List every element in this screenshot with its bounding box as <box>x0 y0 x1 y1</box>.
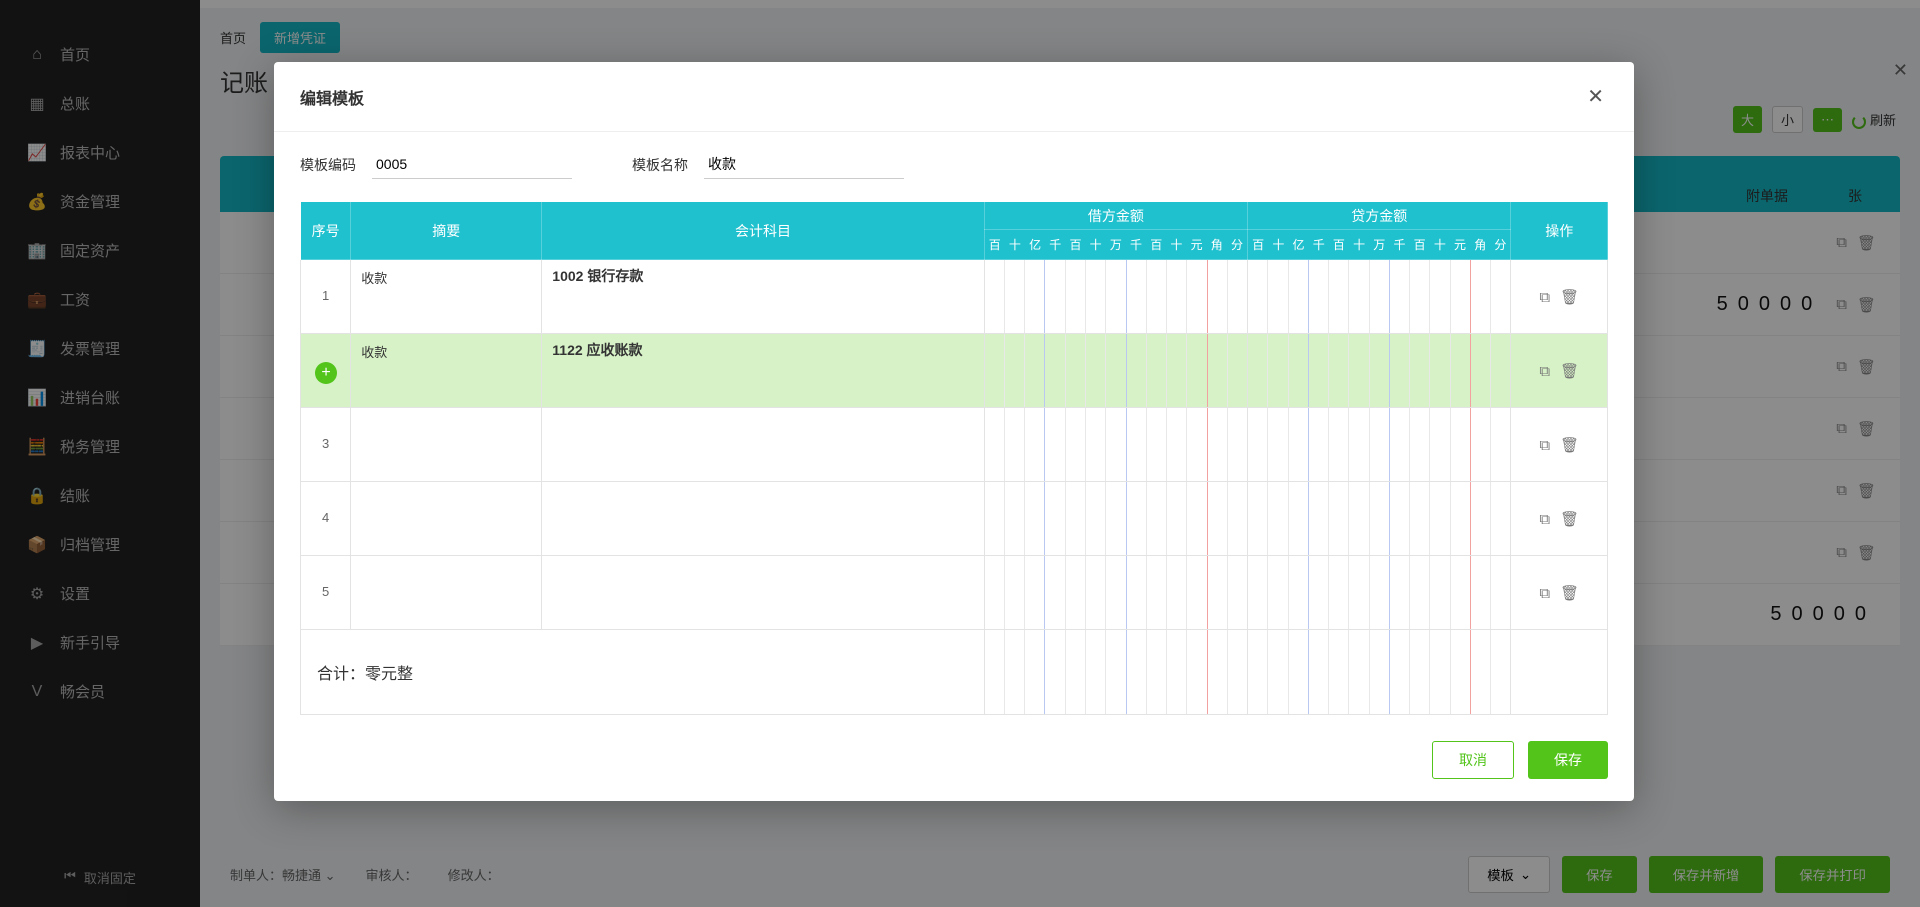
template-code-input[interactable] <box>372 150 572 179</box>
delete-row-icon[interactable]: 🗑 <box>1560 288 1579 306</box>
row-seq: 3 <box>301 408 350 451</box>
table-row[interactable]: 1收款1002 银行存款 ⧉ 🗑 <box>301 260 1608 334</box>
debit-cell[interactable] <box>984 408 1247 482</box>
template-table: 序号 摘要 会计科目 借方金额 贷方金额 操作 百十亿千百十万千百十元角分 百十… <box>300 201 1608 715</box>
debit-cell[interactable] <box>984 556 1247 630</box>
col-seq: 序号 <box>301 202 351 260</box>
edit-template-modal: 编辑模板 ✕ 模板编码 模板名称 序号 摘要 会计科目 <box>274 62 1634 801</box>
col-ops: 操作 <box>1511 202 1608 260</box>
debit-cell[interactable] <box>984 260 1247 334</box>
summary-cell[interactable]: 收款 <box>351 260 542 334</box>
copy-row-icon[interactable]: ⧉ <box>1539 437 1550 454</box>
template-code-label: 模板编码 <box>300 155 356 175</box>
credit-cell[interactable] <box>1248 334 1511 408</box>
template-name-label: 模板名称 <box>632 155 688 175</box>
credit-cell[interactable] <box>1248 556 1511 630</box>
delete-row-icon[interactable]: 🗑 <box>1560 362 1579 380</box>
copy-row-icon[interactable]: ⧉ <box>1539 363 1550 380</box>
col-account: 会计科目 <box>542 202 984 260</box>
save-button[interactable]: 保存 <box>1528 741 1608 779</box>
table-row[interactable]: 5 ⧉ 🗑 <box>301 556 1608 630</box>
copy-row-icon[interactable]: ⧉ <box>1539 289 1550 306</box>
add-row-button[interactable]: + <box>315 362 337 384</box>
modal-close-button[interactable]: ✕ <box>1583 80 1608 113</box>
account-cell[interactable]: 1002 银行存款 <box>542 260 984 334</box>
table-row[interactable]: 3 ⧉ 🗑 <box>301 408 1608 482</box>
account-cell[interactable] <box>542 408 984 482</box>
account-cell[interactable]: 1122 应收账款 <box>542 334 984 408</box>
account-cell[interactable] <box>542 556 984 630</box>
template-name-input[interactable] <box>704 150 904 179</box>
delete-row-icon[interactable]: 🗑 <box>1560 436 1579 454</box>
table-row[interactable]: + 收款1122 应收账款 ⧉ 🗑 <box>301 334 1608 408</box>
summary-cell[interactable]: 收款 <box>351 334 542 408</box>
copy-row-icon[interactable]: ⧉ <box>1539 585 1550 602</box>
row-seq: 4 <box>301 482 350 525</box>
summary-cell[interactable] <box>351 556 542 630</box>
delete-row-icon[interactable]: 🗑 <box>1560 584 1579 602</box>
credit-cell[interactable] <box>1248 260 1511 334</box>
row-seq: 1 <box>301 260 350 303</box>
delete-row-icon[interactable]: 🗑 <box>1560 510 1579 528</box>
col-debit: 借方金额 <box>984 202 1247 230</box>
summary-cell[interactable] <box>351 482 542 556</box>
credit-cell[interactable] <box>1248 482 1511 556</box>
modal-title: 编辑模板 <box>300 85 364 109</box>
account-cell[interactable] <box>542 482 984 556</box>
debit-cell[interactable] <box>984 334 1247 408</box>
col-credit: 贷方金额 <box>1248 202 1511 230</box>
total-label: 合计：零元整 <box>301 630 985 715</box>
summary-cell[interactable] <box>351 408 542 482</box>
debit-cell[interactable] <box>984 482 1247 556</box>
copy-row-icon[interactable]: ⧉ <box>1539 511 1550 528</box>
cancel-button[interactable]: 取消 <box>1432 741 1514 779</box>
col-summary: 摘要 <box>351 202 542 260</box>
table-row[interactable]: 4 ⧉ 🗑 <box>301 482 1608 556</box>
credit-cell[interactable] <box>1248 408 1511 482</box>
row-seq: 5 <box>301 556 350 599</box>
